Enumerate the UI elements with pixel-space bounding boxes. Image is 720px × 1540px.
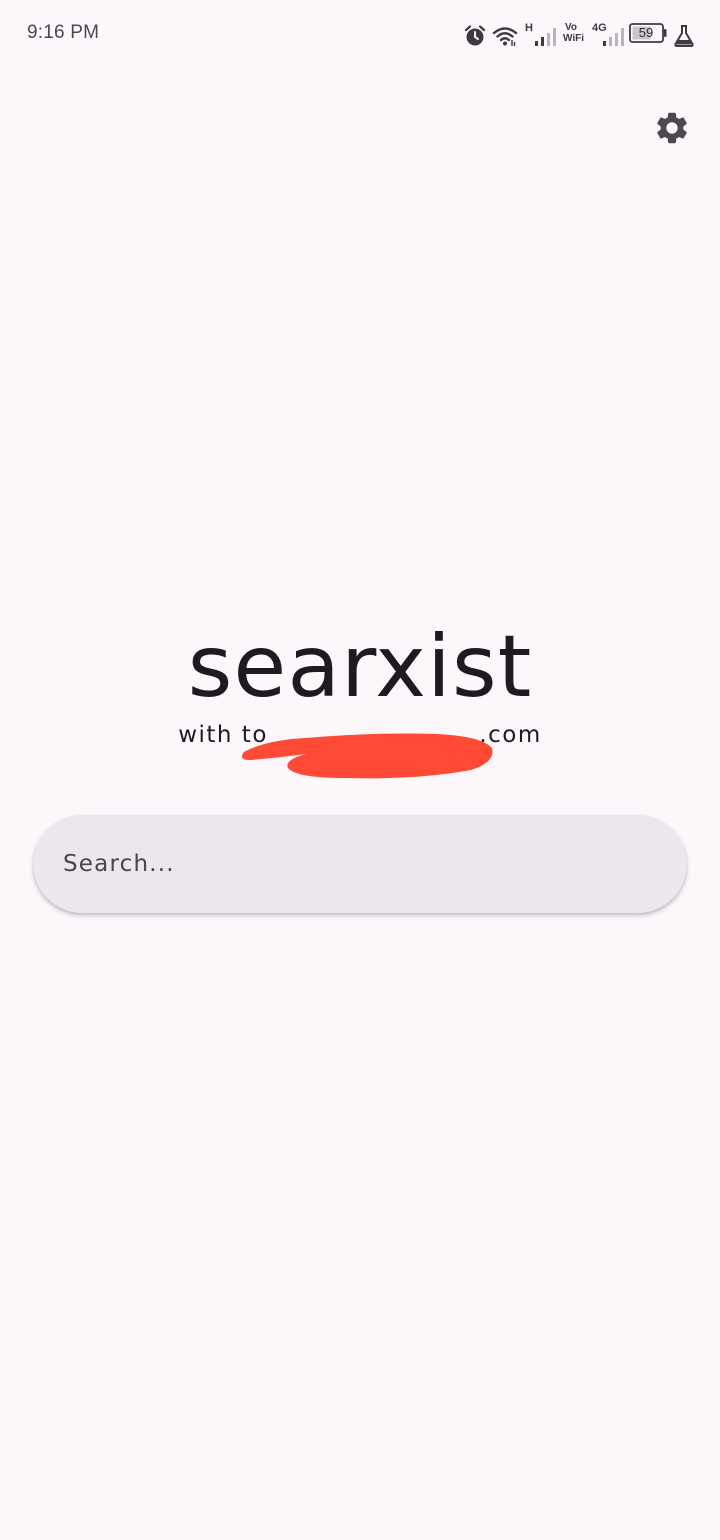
- signal-icon: [535, 28, 556, 46]
- settings-button[interactable]: [648, 104, 696, 152]
- network-type-label: H: [525, 22, 533, 34]
- search-input[interactable]: [63, 815, 653, 913]
- status-bar: 9:16 PM H Vo WiFi 4G 59: [0, 0, 720, 70]
- status-time: 9:16 PM: [27, 22, 100, 43]
- alarm-icon: [464, 25, 486, 46]
- battery-level: 59: [638, 25, 654, 40]
- flask-icon: [674, 25, 694, 47]
- search-bar[interactable]: [33, 815, 687, 913]
- signal-icon: [603, 28, 624, 46]
- redaction-mark: [242, 733, 493, 779]
- volte-label-top: Vo: [565, 22, 578, 33]
- battery-icon: 59: [629, 23, 667, 43]
- app-screen: 9:16 PM H Vo WiFi 4G 59 searxist with to…: [0, 0, 720, 1540]
- app-title: searxist: [187, 617, 533, 717]
- gear-icon: [657, 112, 687, 144]
- wifi-icon: [492, 27, 518, 46]
- volte-label-bottom: WiFi: [563, 33, 585, 44]
